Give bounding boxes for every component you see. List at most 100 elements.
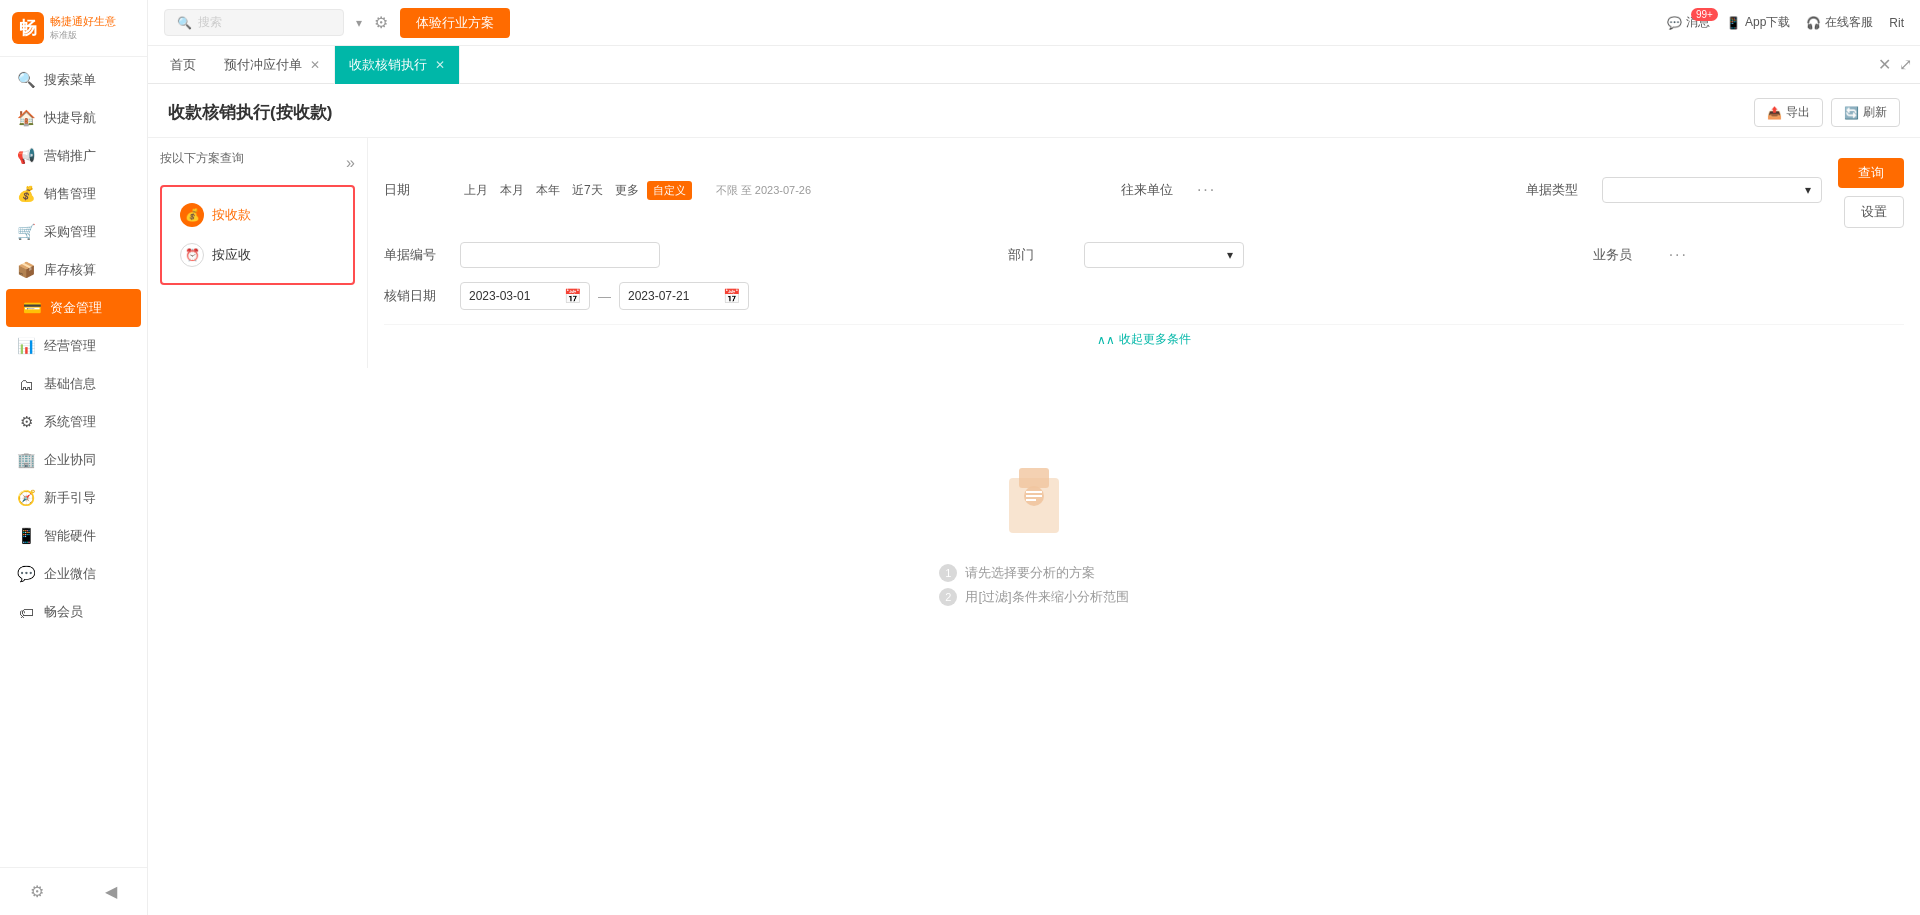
filter-options-box: 💰 按收款 ⏰ 按应收 — [160, 185, 355, 285]
sidebar-item-label: 智能硬件 — [44, 527, 96, 545]
dept-select[interactable]: ▾ — [1084, 242, 1244, 268]
sidebar-item-enterprise[interactable]: 🏢 企业协同 — [0, 441, 147, 479]
counterpart-dots[interactable]: ··· — [1197, 181, 1216, 199]
staff-dots[interactable]: ··· — [1669, 246, 1688, 264]
settings-button[interactable]: 设置 — [1844, 196, 1904, 228]
chevron-up-icon: ∧∧ — [1097, 333, 1115, 347]
tip-num-2: 2 — [939, 588, 957, 606]
close-receipt-tab-icon[interactable]: ✕ — [435, 58, 445, 72]
message-button[interactable]: 💬 消息 99+ — [1667, 14, 1710, 31]
sidebar-item-label: 资金管理 — [50, 299, 102, 317]
verify-date-end-input[interactable]: 2023-07-21 📅 — [619, 282, 749, 310]
app-logo: 畅 畅捷通好生意 标准版 — [0, 0, 147, 57]
receipt-option-label: 按收款 — [212, 206, 251, 224]
guide-icon: 🧭 — [16, 489, 36, 507]
sidebar-item-purchase[interactable]: 🛒 采购管理 — [0, 213, 147, 251]
receipt-tab-label: 收款核销执行 — [349, 56, 427, 74]
app-badge: 标准版 — [50, 29, 116, 42]
verify-date-start-value: 2023-03-01 — [469, 289, 530, 303]
filter-collapse-button[interactable]: » — [346, 154, 355, 172]
sidebar-item-sales[interactable]: 💰 销售管理 — [0, 175, 147, 213]
sidebar-item-label: 搜索菜单 — [44, 71, 96, 89]
sidebar-item-search-menu[interactable]: 🔍 搜索菜单 — [0, 61, 147, 99]
doc-no-input[interactable] — [460, 242, 660, 268]
inventory-icon: 📦 — [16, 261, 36, 279]
collapse-label: 收起更多条件 — [1119, 331, 1191, 348]
refresh-icon: 🔄 — [1844, 106, 1859, 120]
sidebar-item-system[interactable]: ⚙ 系统管理 — [0, 403, 147, 441]
sidebar-item-marketing[interactable]: 📢 营销推广 — [0, 137, 147, 175]
filter-option-by-receivable[interactable]: ⏰ 按应收 — [170, 235, 345, 275]
sidebar-menu: 🔍 搜索菜单 🏠 快捷导航 📢 营销推广 💰 销售管理 🛒 采购管理 📦 库存核… — [0, 57, 147, 867]
sidebar-item-hardware[interactable]: 📱 智能硬件 — [0, 517, 147, 555]
sidebar-settings-button[interactable]: ⚙ — [24, 876, 50, 907]
page-header: 收款核销执行(按收款) 📤 导出 🔄 刷新 — [148, 84, 1920, 138]
operations-icon: 📊 — [16, 337, 36, 355]
empty-tip-1: 1 请先选择要分析的方案 — [939, 564, 1128, 582]
sidebar-item-label: 企业协同 — [44, 451, 96, 469]
filter-row-3: 核销日期 2023-03-01 📅 — 2023-07-21 📅 — [384, 282, 1904, 310]
dept-label: 部门 — [1008, 246, 1068, 264]
tabbar-actions: ✕ ⤢ — [1878, 55, 1912, 74]
expand-icon[interactable]: ⤢ — [1899, 55, 1912, 74]
this-year-btn[interactable]: 本年 — [532, 180, 564, 201]
close-all-tabs-icon[interactable]: ✕ — [1878, 55, 1891, 74]
phone-icon: 📱 — [1726, 16, 1741, 30]
collapse-more-conditions-button[interactable]: ∧∧ 收起更多条件 — [1097, 331, 1191, 348]
service-label: 在线客服 — [1825, 14, 1873, 31]
more-date-btn[interactable]: 更多 — [611, 180, 643, 201]
sidebar-item-label: 畅会员 — [44, 603, 83, 621]
topbar-gear-icon[interactable]: ⚙ — [374, 13, 388, 32]
online-service-button[interactable]: 🎧 在线客服 — [1806, 14, 1873, 31]
calendar-end-icon: 📅 — [723, 288, 740, 304]
sidebar-item-guide[interactable]: 🧭 新手引导 — [0, 479, 147, 517]
tab-prepay-offset[interactable]: 预付冲应付单 ✕ — [210, 46, 335, 84]
last-7days-btn[interactable]: 近7天 — [568, 180, 607, 201]
sidebar-item-base-info[interactable]: 🗂 基础信息 — [0, 365, 147, 403]
verify-date-start-input[interactable]: 2023-03-01 📅 — [460, 282, 590, 310]
sidebar-item-finance[interactable]: 💳 资金管理 — [6, 289, 141, 327]
chevron-down-icon[interactable]: ▾ — [356, 16, 362, 30]
sidebar-item-quick-nav[interactable]: 🏠 快捷导航 — [0, 99, 147, 137]
filter-right-form: 日期 上月 本月 本年 近7天 更多 自定义 不限 至 2023-07-26 — [368, 138, 1920, 368]
tab-home[interactable]: 首页 — [156, 46, 210, 84]
export-button[interactable]: 📤 导出 — [1754, 98, 1823, 127]
this-month-btn[interactable]: 本月 — [496, 180, 528, 201]
close-prepay-tab-icon[interactable]: ✕ — [310, 58, 320, 72]
tab-receipt-offset[interactable]: 收款核销执行 ✕ — [335, 46, 460, 84]
refresh-button[interactable]: 🔄 刷新 — [1831, 98, 1900, 127]
calendar-start-icon: 📅 — [564, 288, 581, 304]
sidebar-item-label: 销售管理 — [44, 185, 96, 203]
query-button[interactable]: 查询 — [1838, 158, 1904, 188]
filter-left-panel: 按以下方案查询 » 💰 按收款 ⏰ 按应收 — [148, 138, 368, 368]
message-badge: 99+ — [1691, 8, 1718, 21]
sidebar-collapse-button[interactable]: ◀ — [99, 876, 123, 907]
topbar: 🔍 搜索 ▾ ⚙ 体验行业方案 💬 消息 99+ 📱 App下载 🎧 在线客服 … — [148, 0, 1920, 46]
custom-date-badge[interactable]: 自定义 — [647, 181, 692, 200]
search-placeholder: 搜索 — [198, 14, 222, 31]
date-buttons: 上月 本月 本年 近7天 更多 自定义 — [460, 180, 692, 201]
quick-nav-icon: 🏠 — [16, 109, 36, 127]
sidebar-item-wechat[interactable]: 💬 企业微信 — [0, 555, 147, 593]
filter-row-1: 日期 上月 本月 本年 近7天 更多 自定义 不限 至 2023-07-26 — [384, 152, 1904, 228]
receivable-option-label: 按应收 — [212, 246, 251, 264]
sidebar-item-inventory[interactable]: 📦 库存核算 — [0, 251, 147, 289]
doc-type-select[interactable]: ▾ — [1602, 177, 1822, 203]
user-info: Rit — [1889, 16, 1904, 30]
sales-icon: 💰 — [16, 185, 36, 203]
topbar-search-box[interactable]: 🔍 搜索 — [164, 9, 344, 36]
verify-date-label: 核销日期 — [384, 287, 444, 305]
export-label: 导出 — [1786, 104, 1810, 121]
app-download-button[interactable]: 📱 App下载 — [1726, 14, 1790, 31]
empty-tip-2: 2 用[过滤]条件来缩小分析范围 — [939, 588, 1128, 606]
solution-button[interactable]: 体验行业方案 — [400, 8, 510, 38]
search-icon: 🔍 — [177, 16, 192, 30]
filter-option-by-receipt[interactable]: 💰 按收款 — [170, 195, 345, 235]
empty-illustration — [984, 448, 1084, 548]
sidebar-item-label: 企业微信 — [44, 565, 96, 583]
sidebar-item-member[interactable]: 🏷 畅会员 — [0, 593, 147, 631]
sidebar-item-operations[interactable]: 📊 经营管理 — [0, 327, 147, 365]
home-tab-label: 首页 — [170, 56, 196, 74]
last-month-btn[interactable]: 上月 — [460, 180, 492, 201]
message-icon: 💬 — [1667, 16, 1682, 30]
